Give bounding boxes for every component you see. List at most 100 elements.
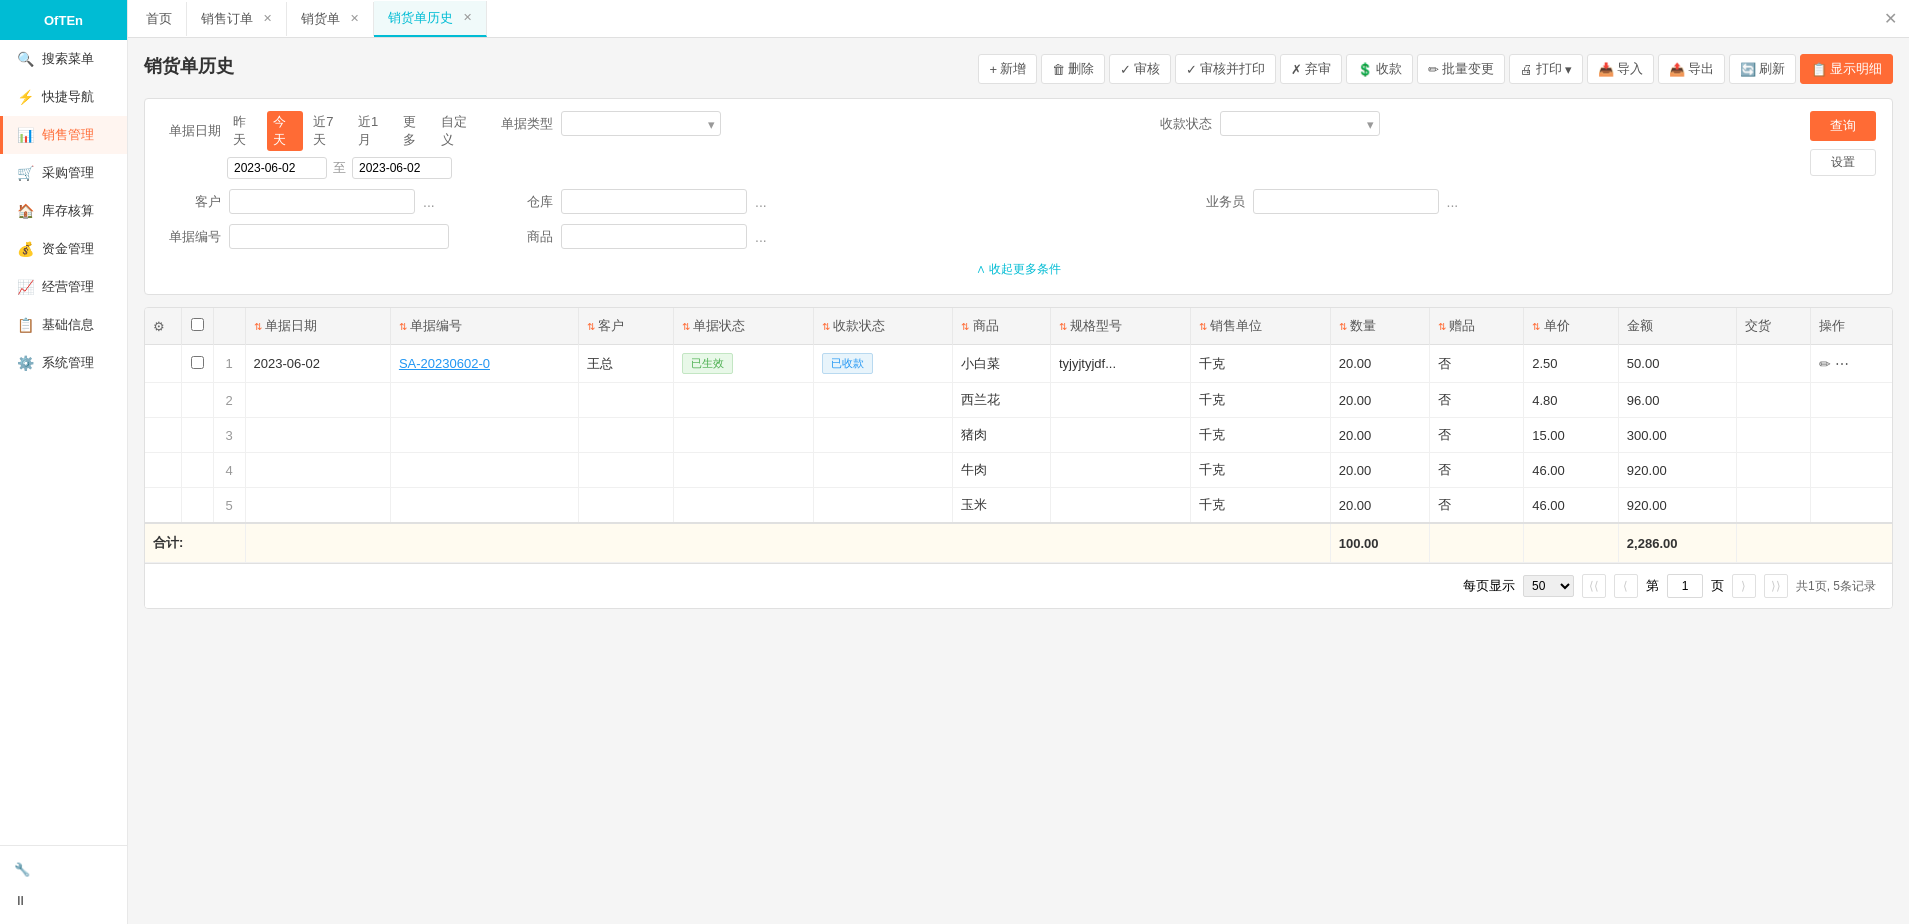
next-page-button[interactable]: ⟩: [1732, 574, 1756, 598]
th-doc-no-label: 单据编号: [410, 318, 462, 333]
query-button[interactable]: 查询: [1810, 111, 1876, 141]
select-all-checkbox[interactable]: [191, 318, 204, 331]
sidebar-pause-icon[interactable]: ⏸: [0, 885, 127, 916]
date-shortcut-yesterday[interactable]: 昨天: [229, 111, 261, 151]
sidebar-item-quick-nav[interactable]: ⚡ 快捷导航: [0, 78, 127, 116]
batch-change-button[interactable]: ✏ 批量变更: [1417, 54, 1505, 84]
tab-sales-goods[interactable]: 销货单 ✕: [287, 2, 374, 36]
unit-price-sort-icon: ⇅: [1532, 321, 1540, 332]
edit-icon[interactable]: ✏: [1819, 356, 1831, 372]
prev-page-button[interactable]: ⟨: [1614, 574, 1638, 598]
tab-home[interactable]: 首页: [132, 2, 187, 36]
sidebar-settings-icon[interactable]: 🔧: [0, 854, 127, 885]
row-checkbox-cell[interactable]: [181, 383, 213, 418]
tab-sales-goods-close[interactable]: ✕: [350, 12, 359, 25]
tab-sales-order[interactable]: 销售订单 ✕: [187, 2, 287, 36]
th-customer[interactable]: ⇅ 客户: [579, 308, 674, 345]
date-shortcut-1month[interactable]: 近1月: [354, 111, 393, 151]
show-detail-icon: 📋: [1811, 62, 1827, 77]
sidebar-item-label: 搜索菜单: [42, 50, 94, 68]
print-button[interactable]: 🖨 打印 ▾: [1509, 54, 1583, 84]
tab-sales-history[interactable]: 销货单历史 ✕: [374, 1, 487, 37]
customer-ellipsis[interactable]: ...: [423, 194, 435, 210]
pause-icon: ⏸: [14, 893, 27, 908]
warehouse-ellipsis[interactable]: ...: [755, 194, 767, 210]
export-button[interactable]: 📤 导出: [1658, 54, 1725, 84]
more-icon[interactable]: ⋯: [1835, 356, 1849, 372]
sales-person-input[interactable]: [1253, 189, 1439, 214]
last-page-button[interactable]: ⟩⟩: [1764, 574, 1788, 598]
customer-input[interactable]: [229, 189, 415, 214]
transaction-cell: [1736, 488, 1811, 524]
sidebar-item-search-menu[interactable]: 🔍 搜索菜单: [0, 40, 127, 78]
th-spec[interactable]: ⇅ 规格型号: [1050, 308, 1190, 345]
row-checkbox-cell[interactable]: [181, 345, 213, 383]
th-qty[interactable]: ⇅ 数量: [1330, 308, 1429, 345]
tab-sales-order-close[interactable]: ✕: [263, 12, 272, 25]
sidebar-item-sales-mgmt[interactable]: 📊 销售管理: [0, 116, 127, 154]
add-button[interactable]: + 新增: [978, 54, 1037, 84]
audit-print-button[interactable]: ✓ 审核并打印: [1175, 54, 1276, 84]
sidebar-item-basic-info[interactable]: 📋 基础信息: [0, 306, 127, 344]
amount-cell: 50.00: [1618, 345, 1736, 383]
th-gear[interactable]: ⚙: [145, 308, 181, 345]
import-button[interactable]: 📥 导入: [1587, 54, 1654, 84]
date-from-input[interactable]: [227, 157, 327, 179]
row-checkbox-cell[interactable]: [181, 418, 213, 453]
page-number-input[interactable]: [1667, 574, 1703, 598]
logo-text: OfTEn: [44, 13, 83, 28]
audit-button[interactable]: ✓ 审核: [1109, 54, 1171, 84]
date-shortcut-7days[interactable]: 近7天: [309, 111, 348, 151]
gear-icon: 🔧: [14, 862, 30, 877]
goods-input[interactable]: [561, 224, 747, 249]
settings-button[interactable]: 设置: [1810, 149, 1876, 176]
show-detail-button[interactable]: 📋 显示明细: [1800, 54, 1893, 84]
th-gift[interactable]: ⇅ 赠品: [1429, 308, 1524, 345]
th-doc-no[interactable]: ⇅ 单据编号: [390, 308, 578, 345]
date-shortcut-custom[interactable]: 自定义: [437, 111, 481, 151]
pagination: 每页显示 50 10 20 100 ⟨⟨ ⟨ 第 页 ⟩ ⟩⟩ 共1页, 5条记…: [145, 563, 1892, 608]
sidebar-item-operations[interactable]: 📈 经营管理: [0, 268, 127, 306]
table-settings-icon[interactable]: ⚙: [153, 319, 165, 334]
th-sales-unit[interactable]: ⇅ 销售单位: [1190, 308, 1330, 345]
th-doc-date[interactable]: ⇅ 单据日期: [245, 308, 390, 345]
refresh-button[interactable]: 🔄 刷新: [1729, 54, 1796, 84]
warehouse-input[interactable]: [561, 189, 747, 214]
th-doc-status[interactable]: ⇅ 单据状态: [673, 308, 813, 345]
collect-button[interactable]: 💲 收款: [1346, 54, 1413, 84]
tabs-close-all-button[interactable]: ✕: [1876, 5, 1905, 32]
date-to-input[interactable]: [352, 157, 452, 179]
sales-person-ellipsis[interactable]: ...: [1447, 194, 1459, 210]
sidebar-item-sys-mgmt[interactable]: ⚙️ 系统管理: [0, 344, 127, 382]
action-buttons: ✏ ⋯: [1819, 356, 1884, 372]
sidebar-item-finance[interactable]: 💰 资金管理: [0, 230, 127, 268]
date-shortcut-today[interactable]: 今天: [267, 111, 303, 151]
sales-mgmt-icon: 📊: [17, 127, 34, 143]
goods-ellipsis[interactable]: ...: [755, 229, 767, 245]
doc-no-input[interactable]: [229, 224, 449, 249]
th-unit-price[interactable]: ⇅ 单价: [1524, 308, 1619, 345]
th-checkbox[interactable]: [181, 308, 213, 345]
delete-button[interactable]: 🗑 删除: [1041, 54, 1105, 84]
sidebar-item-purchase-mgmt[interactable]: 🛒 采购管理: [0, 154, 127, 192]
doc-status-badge: 已生效: [682, 353, 733, 374]
first-page-button[interactable]: ⟨⟨: [1582, 574, 1606, 598]
payment-status-select[interactable]: [1220, 111, 1380, 136]
customer-cell: [579, 488, 674, 524]
sidebar-item-inventory[interactable]: 🏠 库存核算: [0, 192, 127, 230]
doc-no-link[interactable]: SA-20230602-0: [399, 356, 490, 371]
row-checkbox-cell[interactable]: [181, 453, 213, 488]
th-payment-status[interactable]: ⇅ 收款状态: [813, 308, 953, 345]
abandon-button[interactable]: ✗ 弃审: [1280, 54, 1342, 84]
row-checkbox-cell[interactable]: [181, 488, 213, 524]
tab-sales-history-close[interactable]: ✕: [463, 11, 472, 24]
doc-no-cell[interactable]: SA-20230602-0: [390, 345, 578, 383]
import-icon: 📥: [1598, 62, 1614, 77]
collapse-button[interactable]: ∧ 收起更多条件: [972, 257, 1065, 282]
th-goods[interactable]: ⇅ 商品: [953, 308, 1051, 345]
row-1-checkbox[interactable]: [191, 356, 204, 369]
page-size-select[interactable]: 50 10 20 100: [1523, 575, 1574, 597]
doc-type-select[interactable]: [561, 111, 721, 136]
date-shortcut-more[interactable]: 更多: [399, 111, 431, 151]
payment-status-sort-icon: ⇅: [822, 321, 830, 332]
